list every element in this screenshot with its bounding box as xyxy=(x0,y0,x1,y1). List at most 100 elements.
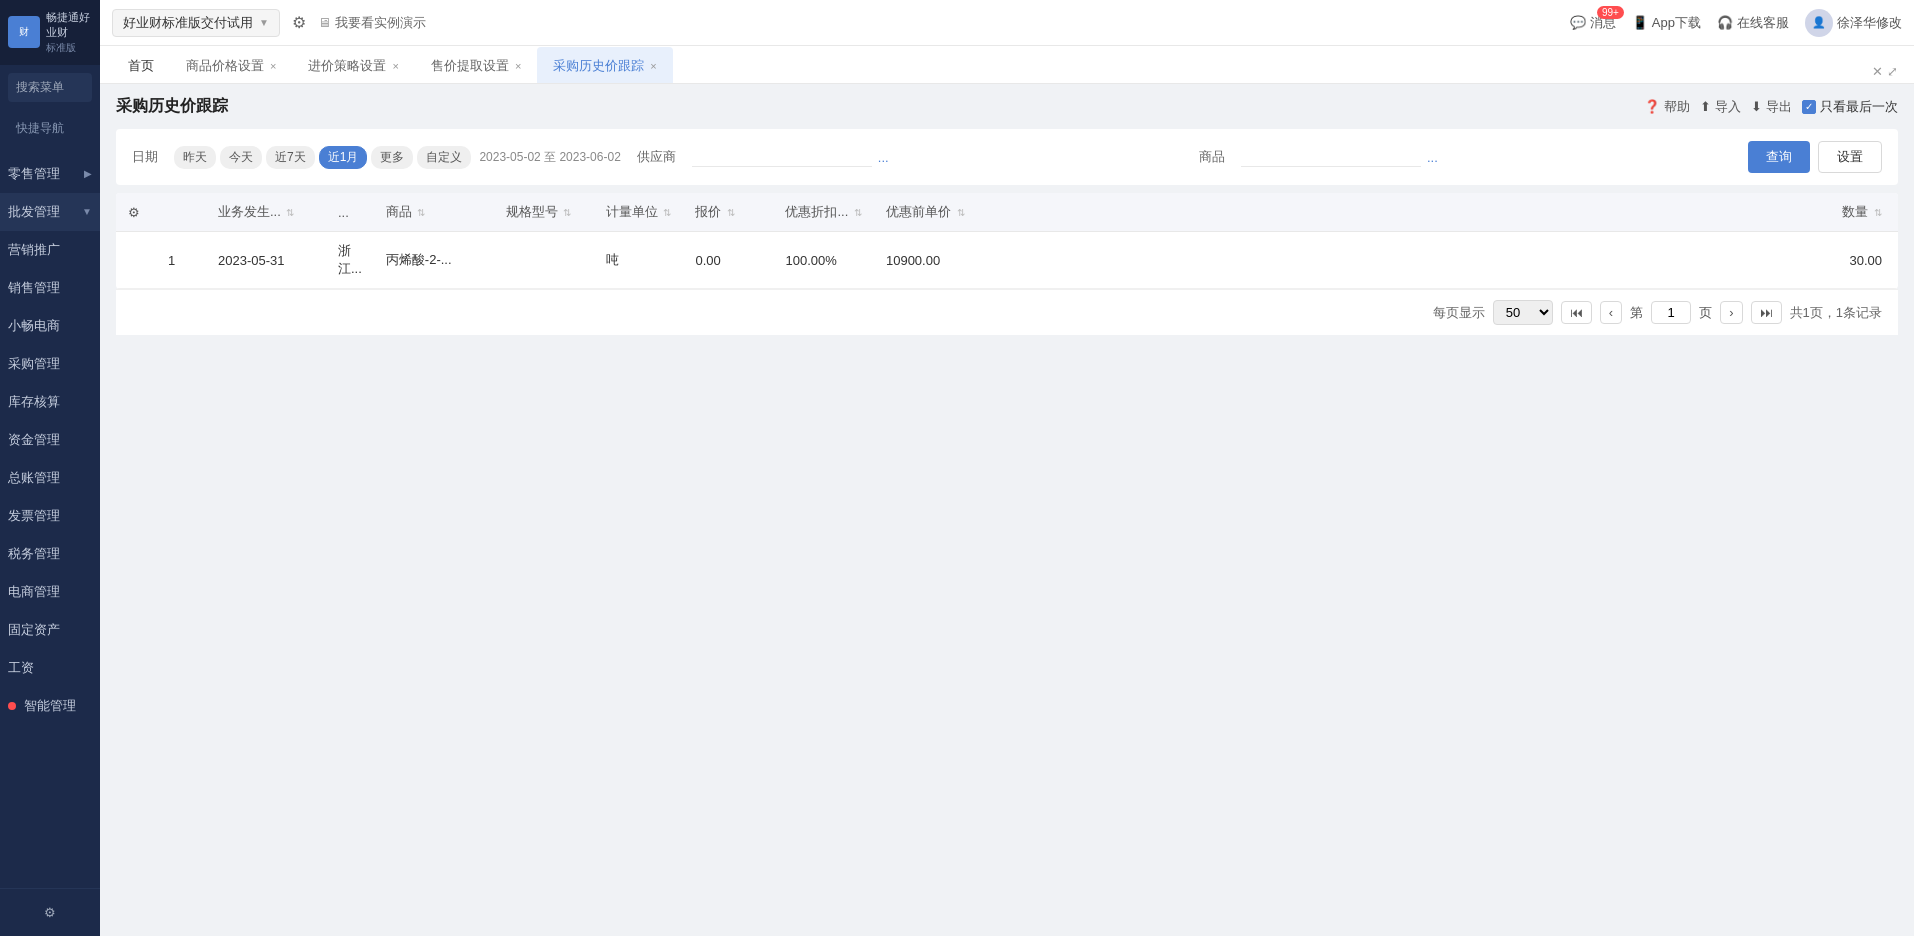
sidebar-item-inventory[interactable]: 库存核算 xyxy=(0,383,100,421)
date-btn-more[interactable]: 更多 xyxy=(371,146,413,169)
per-page-select[interactable]: 50 100 200 xyxy=(1493,300,1553,325)
th-discount[interactable]: 优惠折扣... ⇅ xyxy=(773,193,873,232)
supplier-input[interactable] xyxy=(692,147,872,167)
tab-home[interactable]: 首页 xyxy=(112,47,170,83)
sort-icon-unit[interactable]: ⇅ xyxy=(663,207,671,218)
th-more[interactable]: ... xyxy=(326,193,374,232)
sidebar-item-wholesale[interactable]: 批发管理 ▼ xyxy=(0,193,100,231)
next-page-btn[interactable]: › xyxy=(1720,301,1742,324)
sidebar-logo: 财 畅捷通好业财 标准版 xyxy=(0,0,100,65)
pagination: 每页显示 50 100 200 ⏮ ‹ 第 页 › ⏭ 共1页，1条记录 xyxy=(116,289,1898,335)
th-settings[interactable]: ⚙ xyxy=(116,193,156,232)
settings-filter-button[interactable]: 设置 xyxy=(1818,141,1882,173)
sort-icon-price[interactable]: ⇅ xyxy=(727,207,735,218)
topbar-settings-icon[interactable]: ⚙ xyxy=(292,13,306,32)
user-menu[interactable]: 👤 徐泽华修改 xyxy=(1805,9,1902,37)
sort-icon-discount[interactable]: ⇅ xyxy=(854,207,862,218)
th-price[interactable]: 报价 ⇅ xyxy=(683,193,773,232)
notification-dot xyxy=(8,702,16,710)
sidebar-item-general-ledger[interactable]: 总账管理 xyxy=(0,459,100,497)
messages-button[interactable]: 💬 消息 99+ xyxy=(1570,14,1616,32)
monitor-icon: 🖥 xyxy=(318,15,331,30)
close-tab-commodity-price[interactable]: × xyxy=(270,60,276,72)
sidebar-item-marketing[interactable]: 营销推广 xyxy=(0,231,100,269)
th-unit[interactable]: 计量单位 ⇅ xyxy=(594,193,684,232)
close-tab-purchase-history[interactable]: × xyxy=(650,60,656,72)
page-actions: ❓ 帮助 ⬆ 导入 ⬇ 导出 ✓ 只看最后一次 xyxy=(1644,98,1898,116)
sidebar-item-purchase[interactable]: 采购管理 xyxy=(0,345,100,383)
th-before-price[interactable]: 优惠前单价 ⇅ xyxy=(874,193,984,232)
th-spec[interactable]: 规格型号 ⇅ xyxy=(494,193,594,232)
app-download-button[interactable]: 📱 App下载 xyxy=(1632,14,1701,32)
avatar: 👤 xyxy=(1805,9,1833,37)
chevron-down-icon: ▼ xyxy=(259,17,269,28)
import-button[interactable]: ⬆ 导入 xyxy=(1700,98,1741,116)
sort-icon-quantity[interactable]: ⇅ xyxy=(1874,207,1882,218)
product-input-wrap: ... xyxy=(1241,147,1732,167)
only-latest-checkbox[interactable]: ✓ 只看最后一次 xyxy=(1802,98,1898,116)
date-btn-custom[interactable]: 自定义 xyxy=(417,146,471,169)
sidebar-item-smart-mgmt[interactable]: 智能管理 xyxy=(0,687,100,725)
td-settings xyxy=(116,232,156,289)
sort-icon-product[interactable]: ⇅ xyxy=(417,207,425,218)
version-selector-text: 好业财标准版交付试用 xyxy=(123,14,253,32)
prev-page-btn[interactable]: ‹ xyxy=(1600,301,1622,324)
tab-commodity-price[interactable]: 商品价格设置 × xyxy=(170,47,292,83)
online-service-button[interactable]: 🎧 在线客服 xyxy=(1717,14,1789,32)
total-info: 共1页，1条记录 xyxy=(1790,304,1882,322)
product-more-btn[interactable]: ... xyxy=(1427,150,1438,165)
sidebar-item-retail[interactable]: 零售管理 ▶ xyxy=(0,155,100,193)
supplier-filter-label: 供应商 xyxy=(637,148,676,166)
tab-purchase-strategy[interactable]: 进价策略设置 × xyxy=(292,47,414,83)
th-product[interactable]: 商品 ⇅ xyxy=(374,193,494,232)
page-number-input[interactable] xyxy=(1651,301,1691,324)
sidebar: 财 畅捷通好业财 标准版 搜索菜单 快捷导航 零售管理 ▶ 批发管理 ▼ 营销推… xyxy=(0,0,100,936)
date-btn-7days[interactable]: 近7天 xyxy=(266,146,315,169)
main-area: 好业财标准版交付试用 ▼ ⚙ 🖥 我要看实例演示 💬 消息 99+ 📱 App下… xyxy=(100,0,1914,936)
search-menu-button[interactable]: 搜索菜单 xyxy=(8,73,92,102)
table-wrap: ⚙ 业务发生... ⇅ ... 商品 ⇅ xyxy=(116,193,1898,289)
sidebar-bottom: ⚙ xyxy=(0,888,100,936)
close-tab-purchase-strategy[interactable]: × xyxy=(392,60,398,72)
quick-nav-item[interactable]: 快捷导航 xyxy=(8,114,92,143)
product-input[interactable] xyxy=(1241,147,1421,167)
export-button[interactable]: ⬇ 导出 xyxy=(1751,98,1792,116)
td-before-price: 10900.00 xyxy=(874,232,984,289)
sidebar-item-ecommerce-small[interactable]: 小畅电商 xyxy=(0,307,100,345)
last-page-btn[interactable]: ⏭ xyxy=(1751,301,1782,324)
td-num: 1 xyxy=(156,232,206,289)
query-button[interactable]: 查询 xyxy=(1748,141,1810,173)
search-menu-section: 搜索菜单 xyxy=(0,65,100,110)
sort-icon-spec[interactable]: ⇅ xyxy=(563,207,571,218)
sidebar-item-tax[interactable]: 税务管理 xyxy=(0,535,100,573)
sidebar-item-sales[interactable]: 销售管理 xyxy=(0,269,100,307)
sort-icon-date[interactable]: ⇅ xyxy=(286,207,294,218)
close-tab-sale-price[interactable]: × xyxy=(515,60,521,72)
logo-icon: 财 xyxy=(8,16,40,48)
td-product: 丙烯酸-2-... xyxy=(374,232,494,289)
date-btn-today[interactable]: 今天 xyxy=(220,146,262,169)
sidebar-item-ecommerce[interactable]: 电商管理 xyxy=(0,573,100,611)
sort-icon-before-price[interactable]: ⇅ xyxy=(957,207,965,218)
version-selector[interactable]: 好业财标准版交付试用 ▼ xyxy=(112,9,280,37)
demo-link[interactable]: 🖥 我要看实例演示 xyxy=(318,14,426,32)
import-icon: ⬆ xyxy=(1700,99,1711,114)
date-btn-1month[interactable]: 近1月 xyxy=(319,146,368,169)
date-btn-yesterday[interactable]: 昨天 xyxy=(174,146,216,169)
sidebar-item-invoice[interactable]: 发票管理 xyxy=(0,497,100,535)
sidebar-item-finance[interactable]: 资金管理 xyxy=(0,421,100,459)
filter-actions: 查询 设置 xyxy=(1748,141,1882,173)
supplier-more-btn[interactable]: ... xyxy=(878,150,889,165)
help-button[interactable]: ❓ 帮助 xyxy=(1644,98,1690,116)
settings-button[interactable]: ⚙ xyxy=(8,897,92,928)
tab-purchase-history[interactable]: 采购历史价跟踪 × xyxy=(537,47,672,83)
filter-bar: 日期 昨天 今天 近7天 近1月 更多 自定义 2023-05-02 至 202… xyxy=(116,129,1898,185)
sidebar-item-salary[interactable]: 工资 xyxy=(0,649,100,687)
th-date[interactable]: 业务发生... ⇅ xyxy=(206,193,326,232)
th-quantity[interactable]: 数量 ⇅ xyxy=(984,193,1898,232)
tab-sale-price[interactable]: 售价提取设置 × xyxy=(415,47,537,83)
supplier-input-wrap: ... xyxy=(692,147,1183,167)
first-page-btn[interactable]: ⏮ xyxy=(1561,301,1592,324)
tab-panel-close[interactable]: ✕ ⤢ xyxy=(1868,60,1902,83)
sidebar-item-fixed-assets[interactable]: 固定资产 xyxy=(0,611,100,649)
